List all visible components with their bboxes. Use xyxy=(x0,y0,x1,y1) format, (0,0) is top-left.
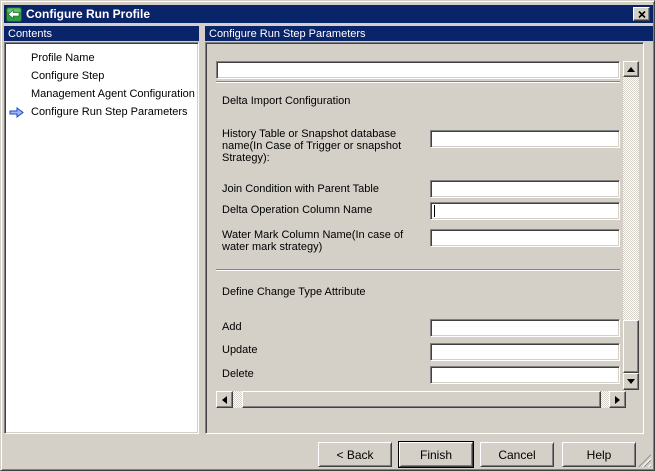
horizontal-scrollbar-track[interactable] xyxy=(233,391,242,408)
delta-operation-column-input[interactable] xyxy=(430,202,620,220)
history-table-input[interactable] xyxy=(430,130,620,148)
step-parameters-header: Configure Run Step Parameters xyxy=(205,26,653,41)
scroll-right-button[interactable] xyxy=(609,391,626,408)
delete-input[interactable] xyxy=(430,366,620,384)
partial-top-field[interactable] xyxy=(216,61,620,79)
sidebar-item-label: Profile Name xyxy=(31,52,95,64)
sidebar-item-label: Management Agent Configuration xyxy=(31,88,195,100)
window-title: Configure Run Profile xyxy=(26,7,150,21)
horizontal-scrollbar-thumb[interactable] xyxy=(242,391,601,408)
contents-panel: Profile Name Configure Step Management A… xyxy=(4,42,199,434)
current-step-arrow-icon xyxy=(9,106,24,118)
update-label: Update xyxy=(222,344,258,356)
text-caret xyxy=(434,205,435,217)
section-title-change-type: Define Change Type Attribute xyxy=(222,286,366,298)
join-condition-input[interactable] xyxy=(430,180,620,198)
scroll-down-button[interactable] xyxy=(623,373,639,390)
contents-header-label: Contents xyxy=(8,27,53,40)
step-parameters-header-label: Configure Run Step Parameters xyxy=(209,27,366,40)
water-mark-column-input[interactable] xyxy=(430,229,620,247)
sidebar-item-label: Configure Step xyxy=(31,70,105,82)
vertical-scrollbar-thumb[interactable] xyxy=(623,320,639,373)
title-bar[interactable]: Configure Run Profile xyxy=(4,5,653,23)
triangle-down-icon xyxy=(627,379,635,384)
update-input[interactable] xyxy=(430,343,620,361)
close-icon xyxy=(637,10,646,18)
horizontal-scrollbar-track[interactable] xyxy=(601,391,609,408)
triangle-left-icon xyxy=(222,395,227,404)
close-button[interactable] xyxy=(633,7,650,21)
vertical-scrollbar-track[interactable] xyxy=(623,77,639,320)
scroll-left-button[interactable] xyxy=(216,391,233,408)
contents-header: Contents xyxy=(4,26,199,41)
water-mark-column-label: Water Mark Column Name(In case of water … xyxy=(222,229,404,253)
add-label: Add xyxy=(222,321,242,333)
run-step-parameters-panel: Delta Import Configuration History Table… xyxy=(205,42,644,434)
back-button[interactable]: < Back xyxy=(318,442,392,467)
resize-grip[interactable] xyxy=(638,454,651,467)
sidebar-item-management-agent-configuration[interactable]: Management Agent Configuration xyxy=(5,85,198,103)
scroll-up-button[interactable] xyxy=(623,61,639,77)
join-condition-label: Join Condition with Parent Table xyxy=(222,183,379,195)
help-button[interactable]: Help xyxy=(562,442,636,467)
section-divider xyxy=(216,81,620,83)
section-divider xyxy=(216,269,620,271)
sidebar-item-label: Configure Run Step Parameters xyxy=(31,106,188,118)
sidebar-item-profile-name[interactable]: Profile Name xyxy=(5,49,198,67)
sidebar-item-configure-run-step-parameters[interactable]: Configure Run Step Parameters xyxy=(5,103,198,121)
triangle-up-icon xyxy=(627,66,635,72)
dialog-configure-run-profile: Configure Run Profile Contents Configure… xyxy=(0,0,655,471)
finish-button[interactable]: Finish xyxy=(399,442,473,467)
delete-label: Delete xyxy=(222,368,254,380)
section-title-delta-import: Delta Import Configuration xyxy=(222,95,351,107)
cancel-button[interactable]: Cancel xyxy=(480,442,554,467)
add-input[interactable] xyxy=(430,319,620,337)
delta-operation-column-label: Delta Operation Column Name xyxy=(222,204,373,216)
triangle-right-icon xyxy=(615,395,620,404)
sidebar-item-configure-step[interactable]: Configure Step xyxy=(5,67,198,85)
horizontal-scrollbar[interactable] xyxy=(216,391,626,408)
vertical-scrollbar[interactable] xyxy=(623,61,639,390)
run-profile-icon xyxy=(6,6,22,22)
history-table-label: History Table or Snapshot database name(… xyxy=(222,128,402,164)
